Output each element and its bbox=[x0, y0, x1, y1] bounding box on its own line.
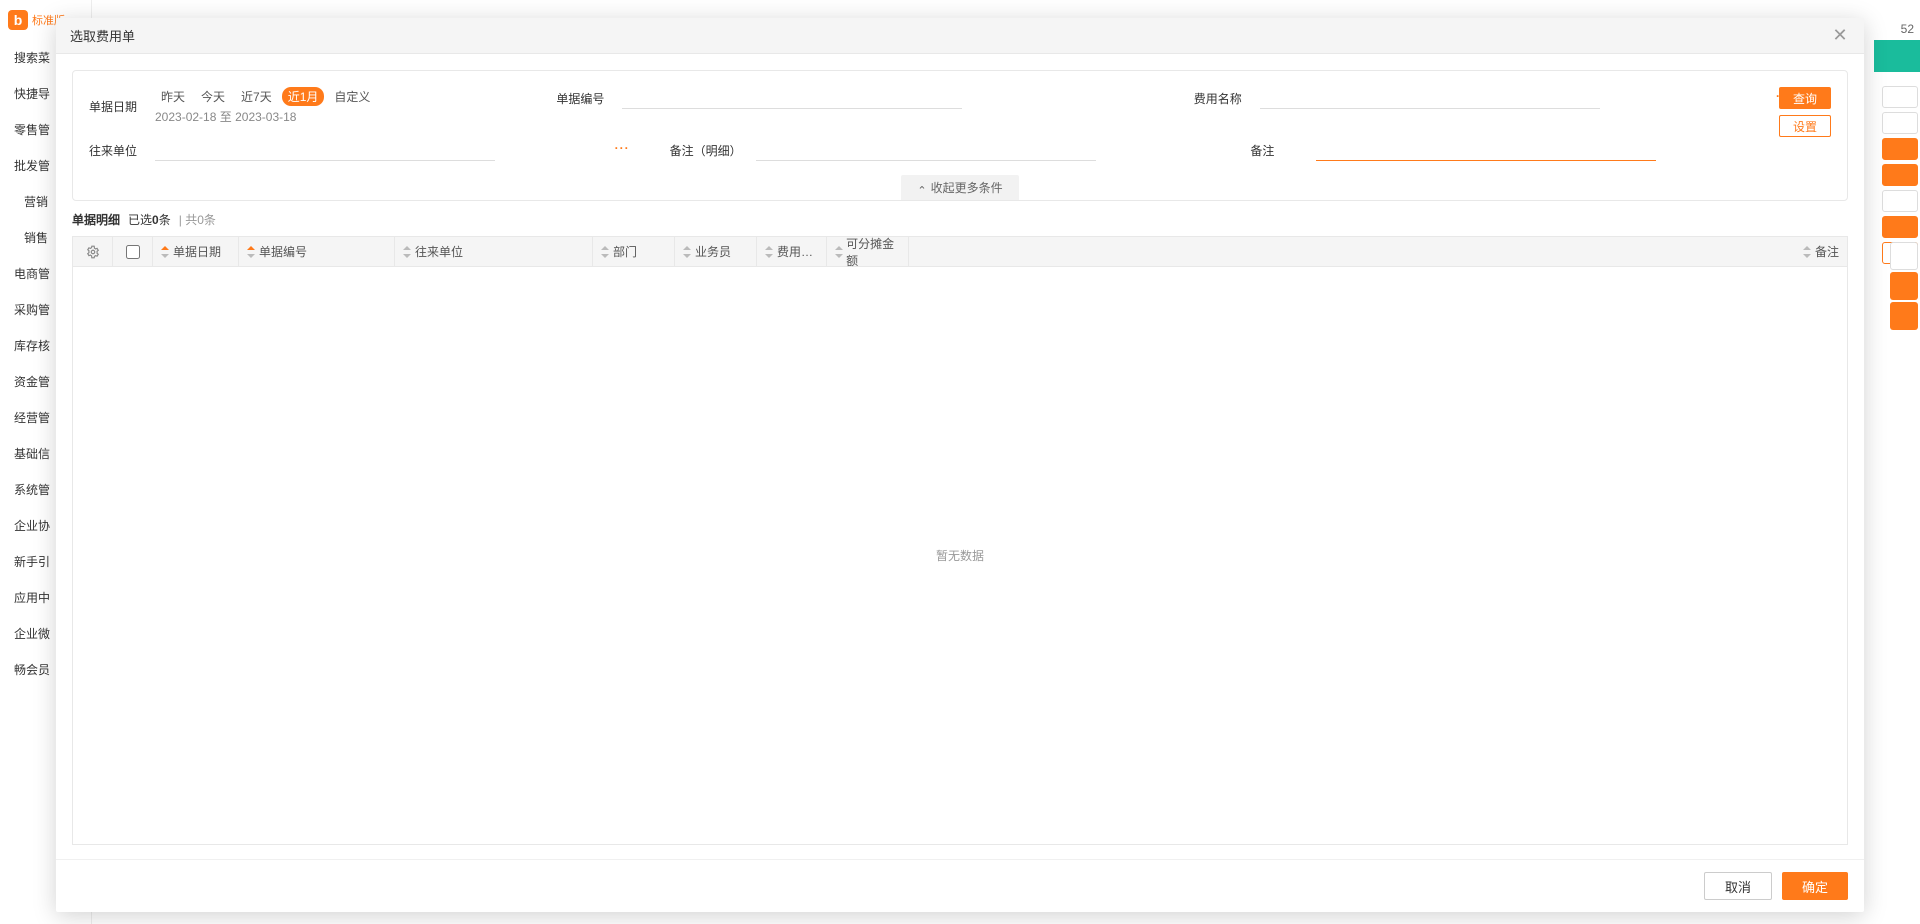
section-title: 单据明细 bbox=[72, 211, 120, 228]
horizontal-scrollbar[interactable] bbox=[72, 845, 1848, 859]
modal-title: 选取费用单 bbox=[70, 26, 135, 45]
modal-header: 选取费用单 ✕ bbox=[56, 18, 1864, 54]
date-range-options: 昨天今天近7天近1月自定义 bbox=[155, 87, 376, 106]
th-amt[interactable]: 可分摊金额 bbox=[827, 237, 909, 266]
field-doc-no: 单据编号 bbox=[556, 87, 1153, 109]
th-no[interactable]: 单据编号 bbox=[239, 237, 395, 266]
table-empty-state: 暂无数据 bbox=[73, 267, 1847, 844]
field-remark: 备注 bbox=[1250, 139, 1791, 161]
input-unit[interactable] bbox=[155, 139, 495, 161]
input-doc-no[interactable] bbox=[622, 87, 962, 109]
close-icon[interactable]: ✕ bbox=[1830, 25, 1850, 46]
modal-overlay: 选取费用单 ✕ 查询 设置 单据日期 昨天今天近7天近1月自定义 2023-02… bbox=[0, 0, 1920, 924]
modal-select-expense: 选取费用单 ✕ 查询 设置 单据日期 昨天今天近7天近1月自定义 2023-02… bbox=[56, 18, 1864, 912]
field-unit: 往来单位 ··· bbox=[89, 139, 630, 161]
select-all-checkbox[interactable] bbox=[126, 245, 140, 259]
field-fee-name: 费用名称 ··· bbox=[1194, 87, 1791, 109]
cancel-button[interactable]: 取消 bbox=[1704, 872, 1772, 900]
th-unit[interactable]: 往来单位 bbox=[395, 237, 593, 266]
date-option[interactable]: 近7天 bbox=[235, 87, 278, 106]
th-fee[interactable]: 费用… bbox=[757, 237, 827, 266]
th-date[interactable]: 单据日期 bbox=[153, 237, 239, 266]
collapse-bar: 收起更多条件 bbox=[89, 175, 1831, 200]
more-unit-icon[interactable]: ··· bbox=[615, 141, 630, 155]
date-option[interactable]: 近1月 bbox=[282, 87, 325, 106]
label-date: 单据日期 bbox=[89, 98, 149, 115]
selected-count: 已选0条 bbox=[128, 211, 171, 228]
label-unit: 往来单位 bbox=[89, 142, 149, 159]
modal-body: 查询 设置 单据日期 昨天今天近7天近1月自定义 2023-02-18 至 20… bbox=[56, 54, 1864, 859]
table-select-all[interactable] bbox=[113, 237, 153, 266]
table: 单据日期 单据编号 往来单位 部门 业务员 费用… 可分摊金额 备注 暂无数据 bbox=[72, 236, 1848, 845]
date-range-display: 2023-02-18 至 2023-03-18 bbox=[155, 108, 376, 125]
filter-panel: 查询 设置 单据日期 昨天今天近7天近1月自定义 2023-02-18 至 20… bbox=[72, 70, 1848, 201]
th-agent[interactable]: 业务员 bbox=[675, 237, 757, 266]
field-date: 单据日期 昨天今天近7天近1月自定义 2023-02-18 至 2023-03-… bbox=[89, 87, 376, 125]
confirm-button[interactable]: 确定 bbox=[1782, 872, 1848, 900]
more-fee-name-icon[interactable]: ··· bbox=[1776, 89, 1791, 103]
input-remark-detail[interactable] bbox=[756, 139, 1096, 161]
label-remark-detail: 备注（明细） bbox=[670, 142, 750, 159]
chevron-up-icon bbox=[917, 181, 926, 195]
modal-footer: 取消 确定 bbox=[56, 859, 1864, 912]
table-header: 单据日期 单据编号 往来单位 部门 业务员 费用… 可分摊金额 备注 bbox=[73, 237, 1847, 267]
section-header: 单据明细 已选0条 | 共0条 bbox=[56, 201, 1864, 236]
input-remark[interactable] bbox=[1316, 139, 1656, 161]
label-doc-no: 单据编号 bbox=[556, 90, 616, 107]
table-settings-icon[interactable] bbox=[73, 237, 113, 266]
collapse-label: 收起更多条件 bbox=[931, 179, 1003, 196]
label-fee-name: 费用名称 bbox=[1194, 90, 1254, 107]
date-option[interactable]: 自定义 bbox=[328, 87, 376, 106]
settings-button[interactable]: 设置 bbox=[1779, 115, 1831, 137]
total-count: | 共0条 bbox=[179, 211, 216, 228]
field-remark-detail: 备注（明细） bbox=[670, 139, 1211, 161]
input-fee-name[interactable] bbox=[1260, 87, 1600, 109]
date-option[interactable]: 今天 bbox=[195, 87, 231, 106]
date-option[interactable]: 昨天 bbox=[155, 87, 191, 106]
label-remark: 备注 bbox=[1250, 142, 1310, 159]
th-dept[interactable]: 部门 bbox=[593, 237, 675, 266]
th-remark[interactable]: 备注 bbox=[909, 237, 1847, 266]
collapse-more-button[interactable]: 收起更多条件 bbox=[901, 175, 1018, 200]
